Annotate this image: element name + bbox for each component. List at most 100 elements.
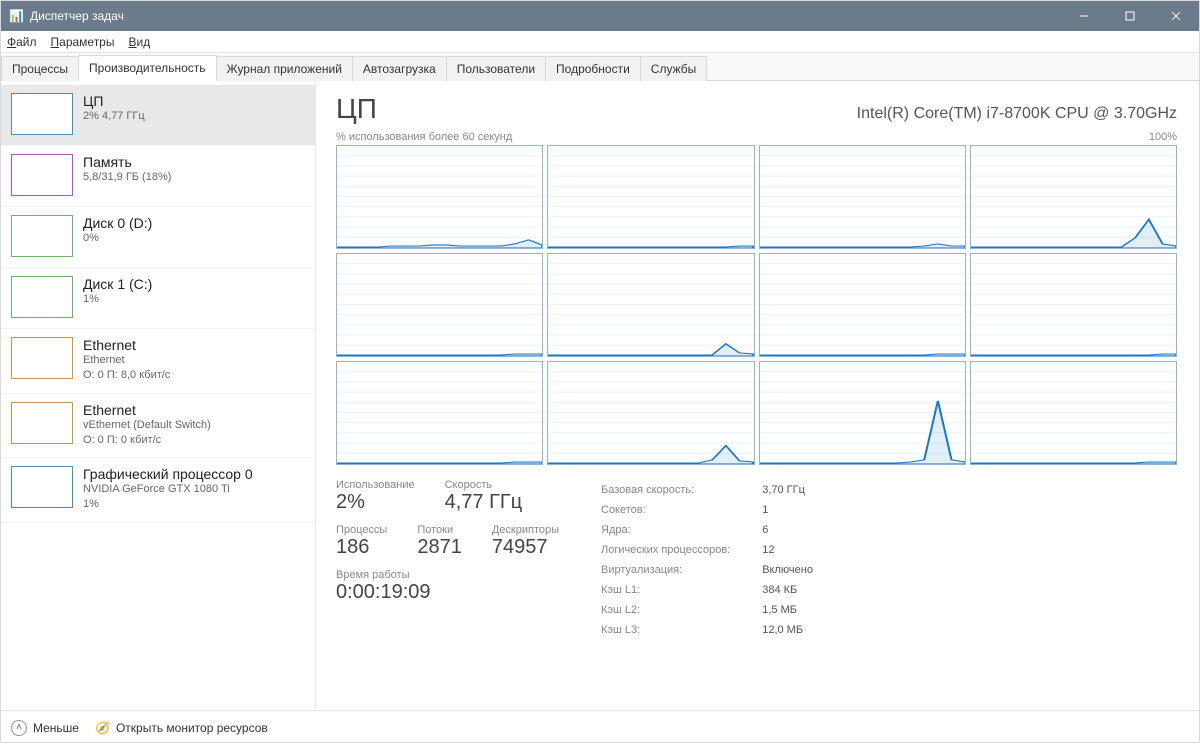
sidebar-eth0-sub2: О: 0 П: 8,0 кбит/с [83,368,170,383]
sidebar-eth1-sub1: vEthernet (Default Switch) [83,418,211,433]
page-title: ЦП [336,93,377,125]
sidebar-item-disk0[interactable]: Диск 0 (D:) 0% [1,207,315,268]
sidebar-disk1-sub: 1% [83,292,152,307]
menu-options[interactable]: Параметры [51,35,115,49]
sidebar-gpu-sub1: NVIDIA GeForce GTX 1080 Ti [83,482,253,497]
fewer-label: Меньше [33,721,79,735]
sidebar-mem-sub: 5,8/31,9 ГБ (18%) [83,170,171,185]
sidebar-gpu-title: Графический процессор 0 [83,466,253,482]
tab-startup[interactable]: Автозагрузка [352,56,447,81]
sidebar-item-eth0[interactable]: Ethernet Ethernet О: 0 П: 8,0 кбит/с [1,329,315,394]
disk1-thumb-icon [11,276,73,318]
open-resmon-button[interactable]: 🧭 Открыть монитор ресурсов [95,721,268,735]
speed-label: Скорость [445,479,523,491]
base-l: Базовая скорость: [601,481,760,499]
sidebar-item-disk1[interactable]: Диск 1 (C:) 1% [1,268,315,329]
eth0-thumb-icon [11,337,73,379]
core-l: Ядра: [601,521,760,539]
cpu-chart-grid[interactable] [336,145,1177,465]
minimize-button[interactable] [1061,1,1107,31]
lp-l: Логических процессоров: [601,541,760,559]
uptime-label: Время работы [336,569,559,581]
app-icon: 📊 [9,9,24,23]
sock-l: Сокетов: [601,501,760,519]
sidebar-gpu-sub2: 1% [83,497,253,512]
hnd-value: 74957 [492,536,559,559]
cpu-core-chart [547,145,754,249]
speed-value: 4,77 ГГц [445,491,523,514]
cpu-core-chart [336,253,543,357]
tab-details[interactable]: Подробности [545,56,641,81]
sidebar-eth1-title: Ethernet [83,402,211,418]
hnd-label: Дескрипторы [492,524,559,536]
window-controls [1061,1,1199,31]
l2-v: 1,5 МБ [762,601,813,619]
cpu-core-chart [759,253,966,357]
gpu-thumb-icon [11,466,73,508]
resmon-icon: 🧭 [95,721,110,735]
l3-l: Кэш L3: [601,621,760,639]
cpu-core-chart [547,253,754,357]
cpu-info-table: Базовая скорость:3,70 ГГц Сокетов:1 Ядра… [599,479,815,641]
cpu-thumb-icon [11,93,73,135]
sidebar-item-eth1[interactable]: Ethernet vEthernet (Default Switch) О: 0… [1,394,315,459]
cpu-core-chart [336,361,543,465]
lp-v: 12 [762,541,813,559]
sidebar-mem-title: Память [83,154,171,170]
l1-v: 384 КБ [762,581,813,599]
fewer-details-button[interactable]: ˄ Меньше [11,720,79,736]
sidebar-disk0-title: Диск 0 (D:) [83,215,152,231]
sidebar-eth0-title: Ethernet [83,337,170,353]
cpu-core-chart [970,145,1177,249]
sidebar-cpu-sub: 2% 4,77 ГГц [83,109,145,124]
sidebar-disk1-title: Диск 1 (C:) [83,276,152,292]
tab-services[interactable]: Службы [640,56,707,81]
sidebar-eth0-sub1: Ethernet [83,353,170,368]
eth1-thumb-icon [11,402,73,444]
tab-performance[interactable]: Производительность [78,55,216,81]
disk0-thumb-icon [11,215,73,257]
usage-value: 2% [336,491,415,514]
chevron-up-icon: ˄ [11,720,27,736]
cpu-core-chart [759,145,966,249]
core-v: 6 [762,521,813,539]
sidebar-item-memory[interactable]: Память 5,8/31,9 ГБ (18%) [1,146,315,207]
virt-l: Виртуализация: [601,561,760,579]
l2-l: Кэш L2: [601,601,760,619]
thr-label: Потоки [417,524,462,536]
sidebar-disk0-sub: 0% [83,231,152,246]
chart-caption-right: 100% [1149,131,1177,143]
window-title: Диспетчер задач [30,9,124,23]
tabs: Процессы Производительность Журнал прило… [1,53,1199,81]
usage-label: Использование [336,479,415,491]
base-v: 3,70 ГГц [762,481,813,499]
memory-thumb-icon [11,154,73,196]
sock-v: 1 [762,501,813,519]
sidebar-eth1-sub2: О: 0 П: 0 кбит/с [83,433,211,448]
cpu-core-chart [759,361,966,465]
cpu-core-chart [970,361,1177,465]
chart-caption-left: % использования более 60 секунд [336,131,512,143]
uptime-value: 0:00:19:09 [336,581,559,604]
menu-view[interactable]: Вид [128,35,150,49]
content: ЦП Intel(R) Core(TM) i7-8700K CPU @ 3.70… [316,81,1199,710]
cpu-model: Intel(R) Core(TM) i7-8700K CPU @ 3.70GHz [857,105,1177,123]
titlebar: 📊 Диспетчер задач [1,1,1199,31]
sidebar-item-cpu[interactable]: ЦП 2% 4,77 ГГц [1,85,315,146]
l1-l: Кэш L1: [601,581,760,599]
sidebar-item-gpu[interactable]: Графический процессор 0 NVIDIA GeForce G… [1,458,315,523]
close-button[interactable] [1153,1,1199,31]
cpu-core-chart [336,145,543,249]
tab-users[interactable]: Пользователи [446,56,546,81]
proc-label: Процессы [336,524,387,536]
thr-value: 2871 [417,536,462,559]
maximize-button[interactable] [1107,1,1153,31]
l3-v: 12,0 МБ [762,621,813,639]
tab-processes[interactable]: Процессы [1,56,79,81]
virt-v: Включено [762,561,813,579]
resmon-label: Открыть монитор ресурсов [116,721,268,735]
menubar: Файл Параметры Вид [1,31,1199,53]
tab-apphistory[interactable]: Журнал приложений [216,56,353,81]
menu-file[interactable]: Файл [7,35,37,49]
cpu-core-chart [547,361,754,465]
